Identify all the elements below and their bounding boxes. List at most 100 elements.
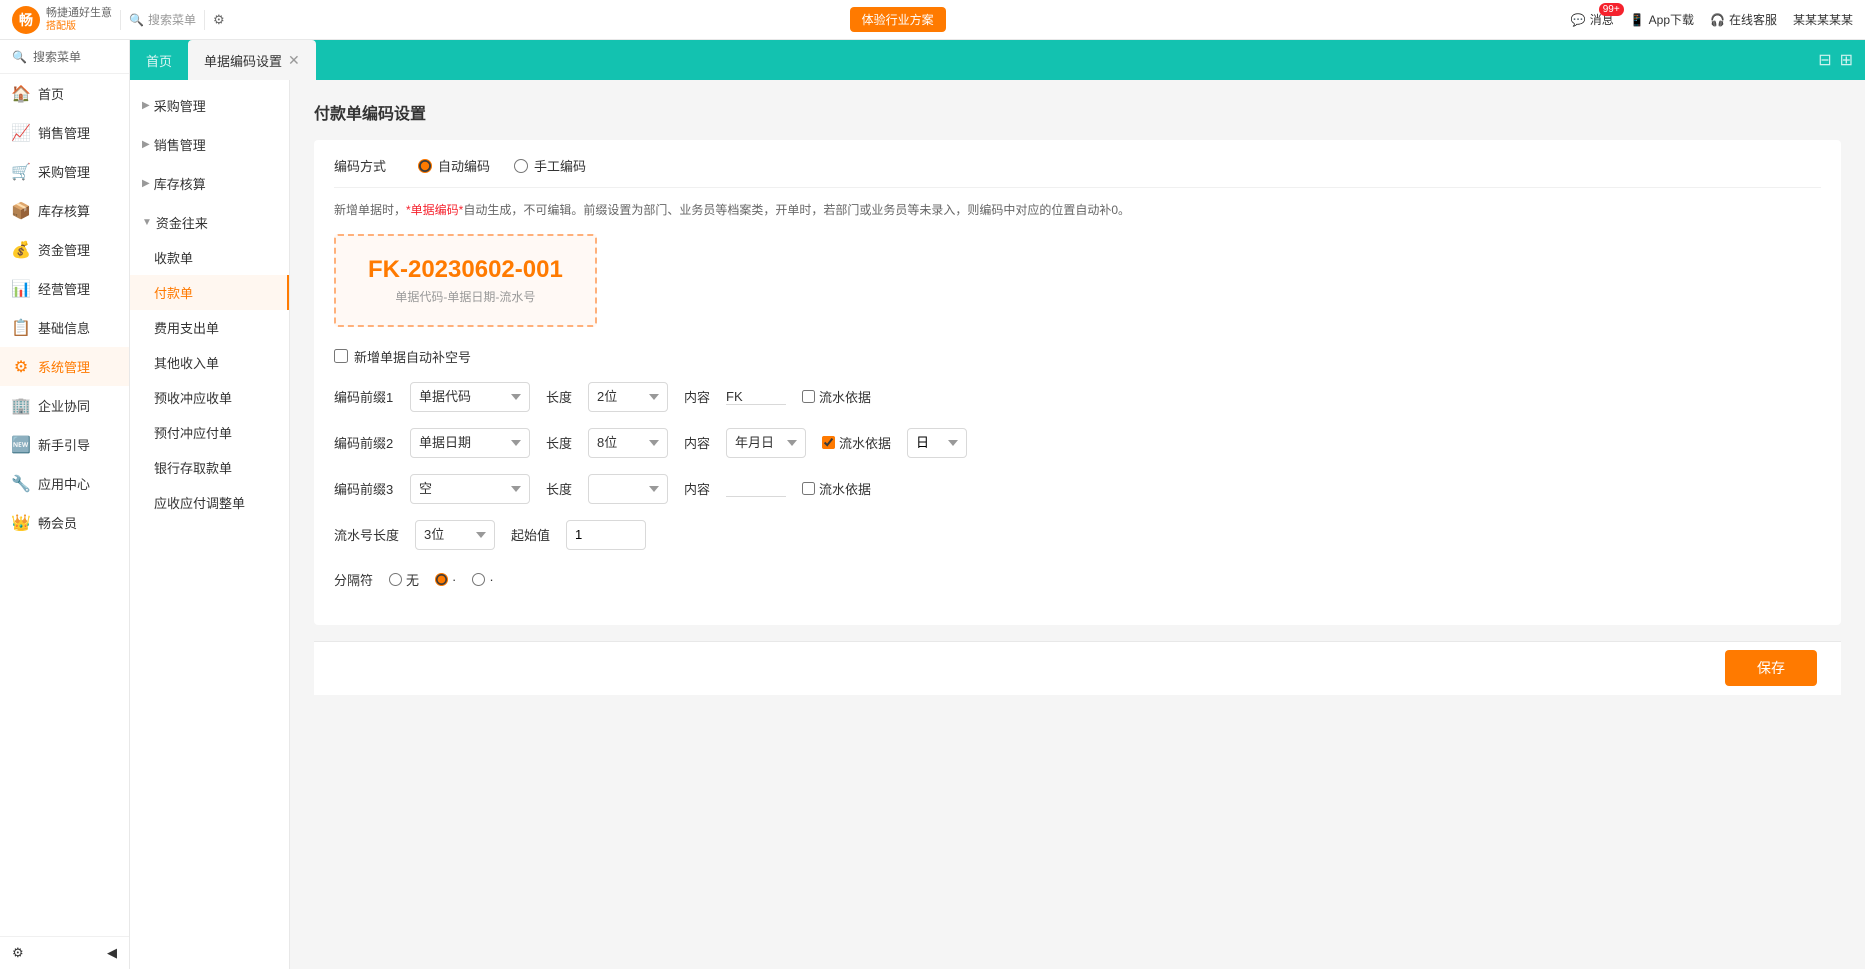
sidebar-item-appstore[interactable]: 🔧 应用中心	[0, 464, 129, 503]
form-row-prefix3: 编码前缀3 空 单据代码 部门 业务员 长度 2位 4位	[334, 474, 1821, 504]
prefix1-length-label: 长度	[546, 387, 572, 406]
radio-auto-text: 自动编码	[438, 156, 490, 175]
prefix3-stream-checkbox[interactable]	[802, 482, 815, 495]
sub-item-ar-ap-adjust[interactable]: 应收应付调整单	[130, 485, 289, 520]
tab-expand-icon[interactable]: ⊞	[1840, 50, 1853, 70]
prefix1-select[interactable]: 单据代码 部门 业务员 空	[410, 382, 530, 412]
prefix2-length-select[interactable]: 2位 4位 6位 8位	[588, 428, 668, 458]
sidebar-item-inventory[interactable]: 📦 库存核算	[0, 191, 129, 230]
radio-manual-label[interactable]: 手工编码	[514, 156, 586, 175]
sub-item-expense[interactable]: 费用支出单	[130, 310, 289, 345]
prefix2-select[interactable]: 单据日期 部门 业务员 空	[410, 428, 530, 458]
tab-minimize-icon[interactable]: ⊟	[1818, 50, 1831, 70]
online-service-button[interactable]: 🎧 在线客服	[1710, 11, 1777, 28]
prefix2-day-select[interactable]: 日 月 年	[907, 428, 967, 458]
tab-bar-actions: ⊟ ⊞	[1818, 50, 1865, 70]
enterprise-icon: 🏢	[12, 397, 30, 415]
sub-group-sales-title[interactable]: ▶ 销售管理	[130, 127, 289, 162]
auto-fill-checkbox[interactable]	[334, 349, 348, 363]
sep-none-text: 无	[406, 570, 419, 589]
separator-options: 无 · ·	[389, 570, 494, 589]
page-title: 付款单编码设置	[314, 100, 1841, 124]
app-download-button[interactable]: 📱 App下载	[1630, 11, 1694, 28]
code-preview-box: FK-20230602-001 单据代码-单据日期-流水号	[334, 234, 597, 327]
settings-card: 编码方式 自动编码 手工编码 新增单据时，*单据编码*自动生成，	[314, 140, 1841, 625]
sidebar-item-home[interactable]: 🏠 首页	[0, 74, 129, 113]
top-bar-right: 💬 消息 99+ 📱 App下载 🎧 在线客服 某某某某某	[1571, 11, 1853, 28]
tab-voucher-code[interactable]: 单据编码设置 ✕	[188, 40, 316, 80]
settings-icon[interactable]: ⚙	[213, 12, 225, 28]
experience-button[interactable]: 体验行业方案	[850, 7, 946, 32]
prefix2-length-label: 长度	[546, 433, 572, 452]
top-bar-divider2	[204, 10, 205, 30]
arrow-right-icon3: ▶	[142, 178, 150, 189]
top-bar-left: 畅 畅捷通好生意 搭配版 🔍 搜索菜单 ⚙	[12, 6, 225, 34]
prefix1-stream-label: 流水依据	[819, 387, 871, 406]
sep-dot-radio[interactable]	[435, 573, 448, 586]
sep-dash-radio[interactable]	[472, 573, 485, 586]
radio-manual-input[interactable]	[514, 159, 528, 173]
sub-item-receipt[interactable]: 收款单	[130, 240, 289, 275]
brand: 畅 畅捷通好生意 搭配版	[12, 6, 112, 34]
brand-text: 畅捷通好生意 搭配版	[46, 6, 112, 33]
sub-item-bank-deposit[interactable]: 银行存取款单	[130, 450, 289, 485]
prefix1-content-label: 内容	[684, 387, 710, 406]
code-preview-desc: 单据代码-单据日期-流水号	[368, 288, 563, 305]
prefix3-select[interactable]: 空 单据代码 部门 业务员	[410, 474, 530, 504]
sidebar-item-member[interactable]: 👑 畅会员	[0, 503, 129, 542]
coding-method-label: 编码方式	[334, 156, 386, 175]
sep-dot-text: ·	[452, 572, 456, 587]
sep-none-label[interactable]: 无	[389, 570, 419, 589]
member-icon: 👑	[12, 514, 30, 532]
sub-item-prepay-payable[interactable]: 预付冲应付单	[130, 415, 289, 450]
tab-home[interactable]: 首页	[130, 40, 188, 80]
sidebar-item-sales[interactable]: 📈 销售管理	[0, 113, 129, 152]
sep-dash-label[interactable]: ·	[472, 572, 493, 587]
sidebar-item-finance[interactable]: 💰 资金管理	[0, 230, 129, 269]
sidebar-item-purchase[interactable]: 🛒 采购管理	[0, 152, 129, 191]
radio-manual-text: 手工编码	[534, 156, 586, 175]
sub-group-capital-title[interactable]: ▼ 资金往来	[130, 205, 289, 240]
brand-logo: 畅	[12, 6, 40, 34]
prefix3-label: 编码前缀3	[334, 479, 394, 498]
radio-auto-label[interactable]: 自动编码	[418, 156, 490, 175]
content-wrap: 首页 单据编码设置 ✕ ⊟ ⊞ ▶ 采购管理	[130, 40, 1865, 969]
prefix1-stream-checkbox[interactable]	[802, 390, 815, 403]
sep-dot-label[interactable]: ·	[435, 572, 456, 587]
tab-close-icon[interactable]: ✕	[288, 52, 300, 69]
sub-group-inventory-title[interactable]: ▶ 库存核算	[130, 166, 289, 201]
sidebar-item-basic[interactable]: 📋 基础信息	[0, 308, 129, 347]
sub-group-purchase-title[interactable]: ▶ 采购管理	[130, 88, 289, 123]
sidebar-item-enterprise[interactable]: 🏢 企业协同	[0, 386, 129, 425]
sub-item-payment[interactable]: 付款单	[130, 275, 289, 310]
sidebar-collapse-icon[interactable]: ◀	[107, 945, 117, 961]
separator-label: 分隔符	[334, 570, 373, 589]
sidebar-item-operations[interactable]: 📊 经营管理	[0, 269, 129, 308]
sub-item-prepay-receivable[interactable]: 预收冲应收单	[130, 380, 289, 415]
info-text: 新增单据时，*单据编码*自动生成，不可编辑。前缀设置为部门、业务员等档案类，开单…	[334, 200, 1821, 222]
prefix3-content-input[interactable]	[726, 481, 786, 497]
prefix1-length-select[interactable]: 2位 4位 6位 8位	[588, 382, 668, 412]
start-value-input[interactable]	[566, 520, 646, 550]
serial-length-select[interactable]: 3位 4位 5位 6位	[415, 520, 495, 550]
sidebar-item-guide[interactable]: 🆕 新手引导	[0, 425, 129, 464]
message-button[interactable]: 💬 消息 99+	[1571, 11, 1614, 28]
prefix1-content-input[interactable]	[726, 389, 786, 405]
top-bar-search-trigger[interactable]: 🔍 搜索菜单	[129, 11, 196, 28]
sep-none-radio[interactable]	[389, 573, 402, 586]
prefix2-stream-checkbox[interactable]	[822, 436, 835, 449]
save-button[interactable]: 保存	[1725, 650, 1817, 686]
sales-icon: 📈	[12, 124, 30, 142]
prefix3-length-label: 长度	[546, 479, 572, 498]
prefix3-content-label: 内容	[684, 479, 710, 498]
prefix2-content-select[interactable]: 年月日 年月 年	[726, 428, 806, 458]
sidebar-item-system[interactable]: ⚙ 系统管理	[0, 347, 129, 386]
user-menu[interactable]: 某某某某某	[1793, 11, 1853, 28]
sidebar-settings-icon[interactable]: ⚙	[12, 945, 24, 961]
prefix3-length-select[interactable]: 2位 4位	[588, 474, 668, 504]
basic-icon: 📋	[12, 319, 30, 337]
sub-item-other-income[interactable]: 其他收入单	[130, 345, 289, 380]
radio-auto-input[interactable]	[418, 159, 432, 173]
main-content: 付款单编码设置 编码方式 自动编码 手工编码	[290, 80, 1865, 969]
sidebar-search[interactable]: 🔍 搜索菜单	[0, 40, 129, 74]
